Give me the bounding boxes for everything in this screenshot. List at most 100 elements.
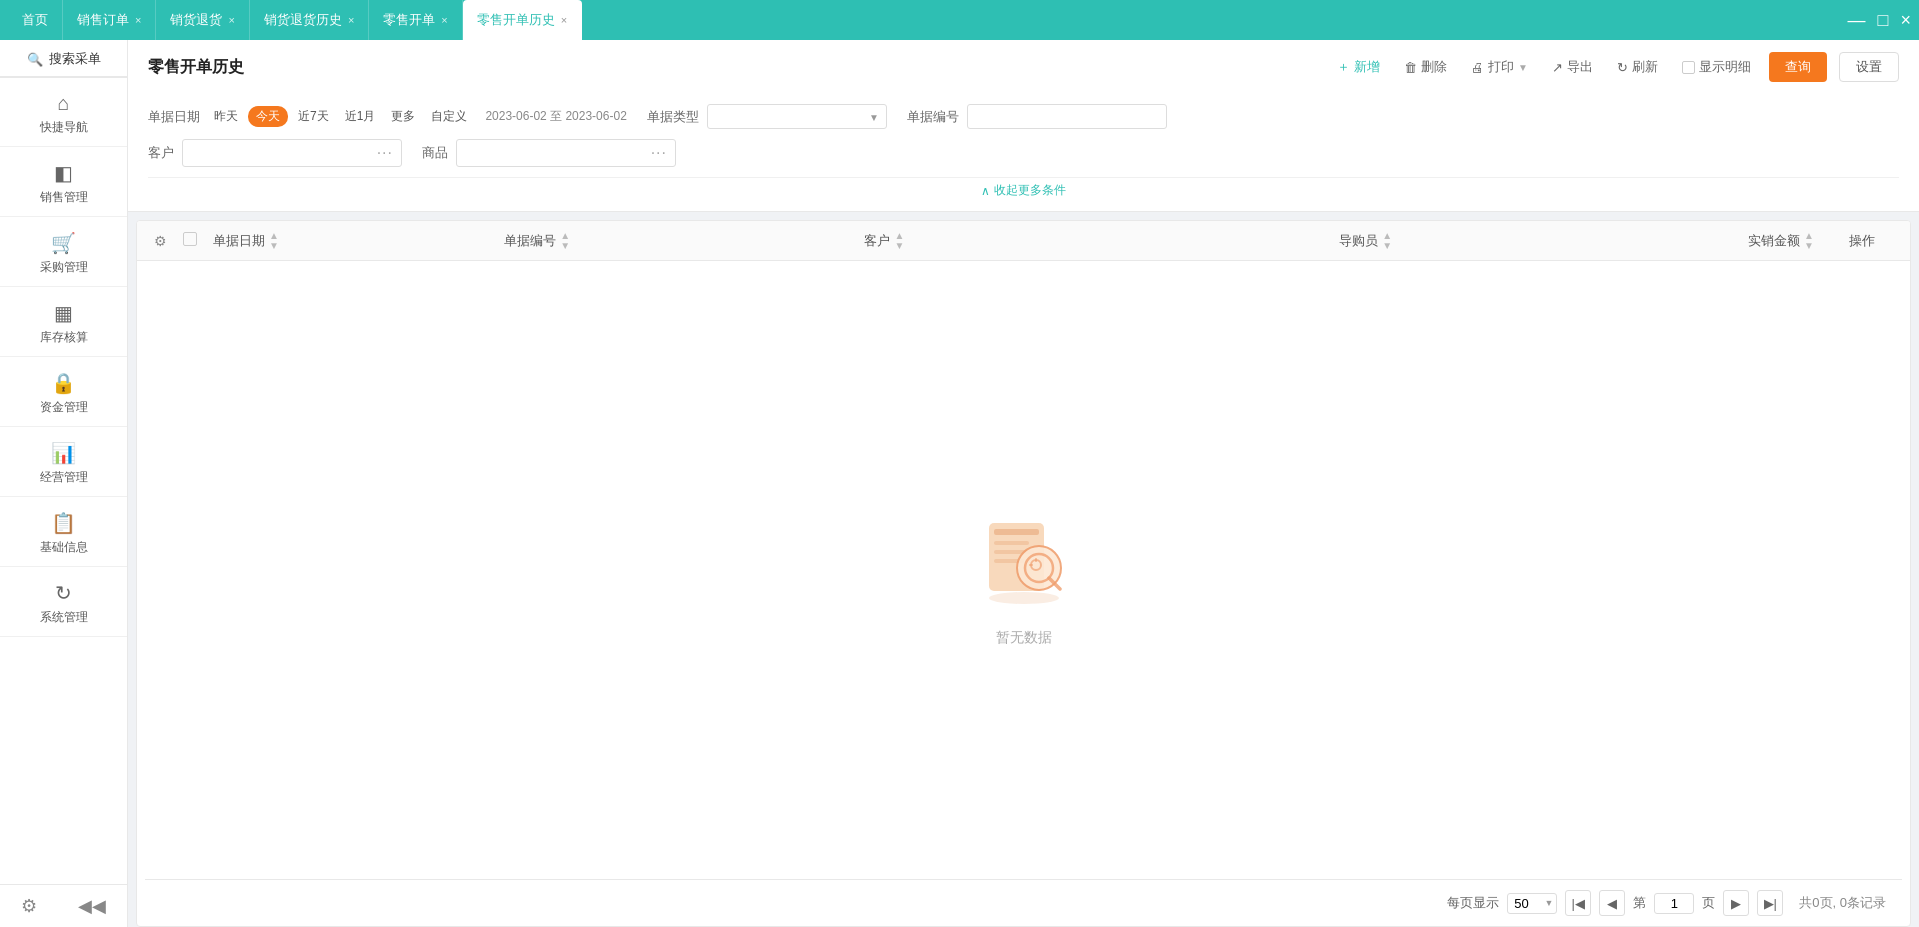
svg-point-0 — [989, 592, 1059, 604]
filter-row-1: 单据日期 昨天 今天 近7天 近1月 更多 自定义 2023-06-02 至 2… — [148, 104, 1899, 129]
tab-retail-open-history[interactable]: 零售开单历史 × — [463, 0, 582, 40]
print-button[interactable]: 🖨 打印 ▼ — [1465, 54, 1534, 80]
sort-date-icon: ▲▼ — [269, 231, 279, 251]
print-icon: 🖨 — [1471, 60, 1484, 75]
page-title-bar: 零售开单历史 ＋ 新增 🗑 删除 🖨 打印 ▼ — [148, 52, 1899, 82]
close-tab-sales-order[interactable]: × — [135, 14, 141, 26]
sidebar-search-purchase[interactable]: 🔍 搜索采单 — [0, 40, 127, 78]
close-tab-sales-return[interactable]: × — [228, 14, 234, 26]
tab-home[interactable]: 首页 — [8, 0, 63, 40]
product-input[interactable] — [465, 146, 647, 161]
delete-button[interactable]: 🗑 删除 — [1398, 54, 1453, 80]
export-icon: ↗ — [1552, 60, 1563, 75]
collapse-sidebar-icon[interactable]: ◀◀ — [78, 895, 106, 917]
customer-input[interactable] — [191, 146, 373, 161]
col-date[interactable]: 单据日期 ▲▼ — [205, 231, 496, 251]
sidebar-item-system[interactable]: ↻ 系统管理 — [0, 567, 127, 637]
sidebar-bottom: ⚙ ◀◀ — [0, 884, 127, 927]
empty-state: 暂无数据 — [137, 261, 1910, 879]
doc-type-label: 单据类型 — [647, 108, 699, 126]
tab-retail-open[interactable]: 零售开单 × — [369, 0, 462, 40]
operations-icon: 📊 — [51, 441, 76, 465]
refresh-icon: ↻ — [1617, 60, 1628, 75]
pagination-bar: 每页显示 50 100 |◀ ◀ 第 1 页 ▶ ▶| 共0页, 0条记录 — [145, 879, 1902, 926]
sort-num-icon: ▲▼ — [560, 231, 570, 251]
col-customer[interactable]: 客户 ▲▼ — [856, 231, 1331, 251]
doc-type-select-wrap — [707, 104, 887, 129]
page-size-select[interactable]: 50 100 — [1507, 893, 1557, 914]
sidebar-item-purchase-mgmt[interactable]: 🛒 采购管理 — [0, 217, 127, 287]
print-dropdown-icon: ▼ — [1518, 62, 1528, 73]
doc-num-input[interactable] — [967, 104, 1167, 129]
settings-button[interactable]: 设置 — [1839, 52, 1899, 82]
date-yesterday[interactable]: 昨天 — [208, 106, 244, 127]
search-icon: 🔍 — [27, 52, 43, 67]
filter-product: 商品 ··· — [422, 139, 676, 167]
page-prev-btn[interactable]: ◀ — [1599, 890, 1625, 916]
table-check-all[interactable] — [175, 232, 205, 249]
date-more[interactable]: 更多 — [385, 106, 421, 127]
add-button[interactable]: ＋ 新增 — [1331, 54, 1386, 80]
export-button[interactable]: ↗ 导出 — [1546, 54, 1599, 80]
sidebar-item-finance[interactable]: 🔒 资金管理 — [0, 357, 127, 427]
total-info: 共0页, 0条记录 — [1799, 894, 1886, 912]
sort-guide-icon: ▲▼ — [1382, 231, 1392, 251]
product-select-btn[interactable]: ··· — [651, 144, 667, 162]
purchase-icon: 🛒 — [51, 231, 76, 255]
window-close-btn[interactable]: × — [1900, 10, 1911, 31]
window-min-btn[interactable]: — — [1848, 10, 1866, 31]
page-num-input[interactable]: 1 — [1654, 893, 1694, 914]
tab-sales-return-history[interactable]: 销货退货历史 × — [250, 0, 369, 40]
date-label: 单据日期 — [148, 108, 200, 126]
page-first-btn[interactable]: |◀ — [1565, 890, 1591, 916]
window-controls: — □ × — [1848, 10, 1911, 31]
window-max-btn[interactable]: □ — [1878, 10, 1889, 31]
sort-customer-icon: ▲▼ — [894, 231, 904, 251]
collapse-filter-bar[interactable]: ∧ 收起更多条件 — [148, 177, 1899, 203]
page-next-btn[interactable]: ▶ — [1723, 890, 1749, 916]
product-label: 商品 — [422, 144, 448, 162]
settings-icon[interactable]: ⚙ — [21, 895, 37, 917]
sidebar-item-sales-mgmt[interactable]: ◧ 销售管理 — [0, 147, 127, 217]
date-7days[interactable]: 近7天 — [292, 106, 335, 127]
product-input-wrap: ··· — [456, 139, 676, 167]
content-area: 零售开单历史 ＋ 新增 🗑 删除 🖨 打印 ▼ — [128, 40, 1919, 927]
col-num[interactable]: 单据编号 ▲▼ — [496, 231, 856, 251]
display-detail-toggle[interactable]: 显示明细 — [1676, 54, 1757, 80]
page-title: 零售开单历史 — [148, 57, 244, 78]
display-detail-checkbox — [1682, 61, 1695, 74]
query-button[interactable]: 查询 — [1769, 52, 1827, 82]
collapse-label: 收起更多条件 — [994, 182, 1066, 199]
per-page-label: 每页显示 — [1447, 894, 1499, 912]
page-last-btn[interactable]: ▶| — [1757, 890, 1783, 916]
toolbar: ＋ 新增 🗑 删除 🖨 打印 ▼ ↗ 导出 — [1331, 52, 1899, 82]
close-tab-retail-open[interactable]: × — [441, 14, 447, 26]
table-settings-icon[interactable]: ⚙ — [145, 233, 175, 249]
close-tab-retail-open-history[interactable]: × — [561, 14, 567, 26]
close-tab-sales-return-history[interactable]: × — [348, 14, 354, 26]
col-amount[interactable]: 实销金额 ▲▼ — [1577, 231, 1822, 251]
refresh-button[interactable]: ↻ 刷新 — [1611, 54, 1664, 80]
col-guide[interactable]: 导购员 ▲▼ — [1331, 231, 1576, 251]
date-today[interactable]: 今天 — [248, 106, 288, 127]
check-all-checkbox — [183, 232, 197, 246]
customer-select-btn[interactable]: ··· — [377, 144, 393, 162]
sidebar-item-quick-nav[interactable]: ⌂ 快捷导航 — [0, 78, 127, 147]
sidebar-item-inventory[interactable]: ▦ 库存核算 — [0, 287, 127, 357]
sidebar-item-basic-info[interactable]: 📋 基础信息 — [0, 497, 127, 567]
add-icon: ＋ — [1337, 58, 1350, 76]
sidebar: 🔍 搜索采单 ⌂ 快捷导航 ◧ 销售管理 🛒 采购管理 ▦ 库存核算 🔒 资金管… — [0, 40, 128, 927]
tab-sales-order[interactable]: 销售订单 × — [63, 0, 156, 40]
page-size-wrap: 50 100 — [1507, 893, 1557, 914]
page-label-pre: 第 — [1633, 894, 1646, 912]
tab-sales-return[interactable]: 销货退货 × — [156, 0, 249, 40]
date-custom[interactable]: 自定义 — [425, 106, 473, 127]
page-label-post: 页 — [1702, 894, 1715, 912]
sidebar-item-operations[interactable]: 📊 经营管理 — [0, 427, 127, 497]
date-1month[interactable]: 近1月 — [339, 106, 382, 127]
filter-area: 单据日期 昨天 今天 近7天 近1月 更多 自定义 2023-06-02 至 2… — [148, 94, 1899, 211]
main-layout: 🔍 搜索采单 ⌂ 快捷导航 ◧ 销售管理 🛒 采购管理 ▦ 库存核算 🔒 资金管… — [0, 40, 1919, 927]
finance-icon: 🔒 — [51, 371, 76, 395]
sort-amount-icon: ▲▼ — [1804, 231, 1814, 251]
doc-type-select[interactable] — [707, 104, 887, 129]
